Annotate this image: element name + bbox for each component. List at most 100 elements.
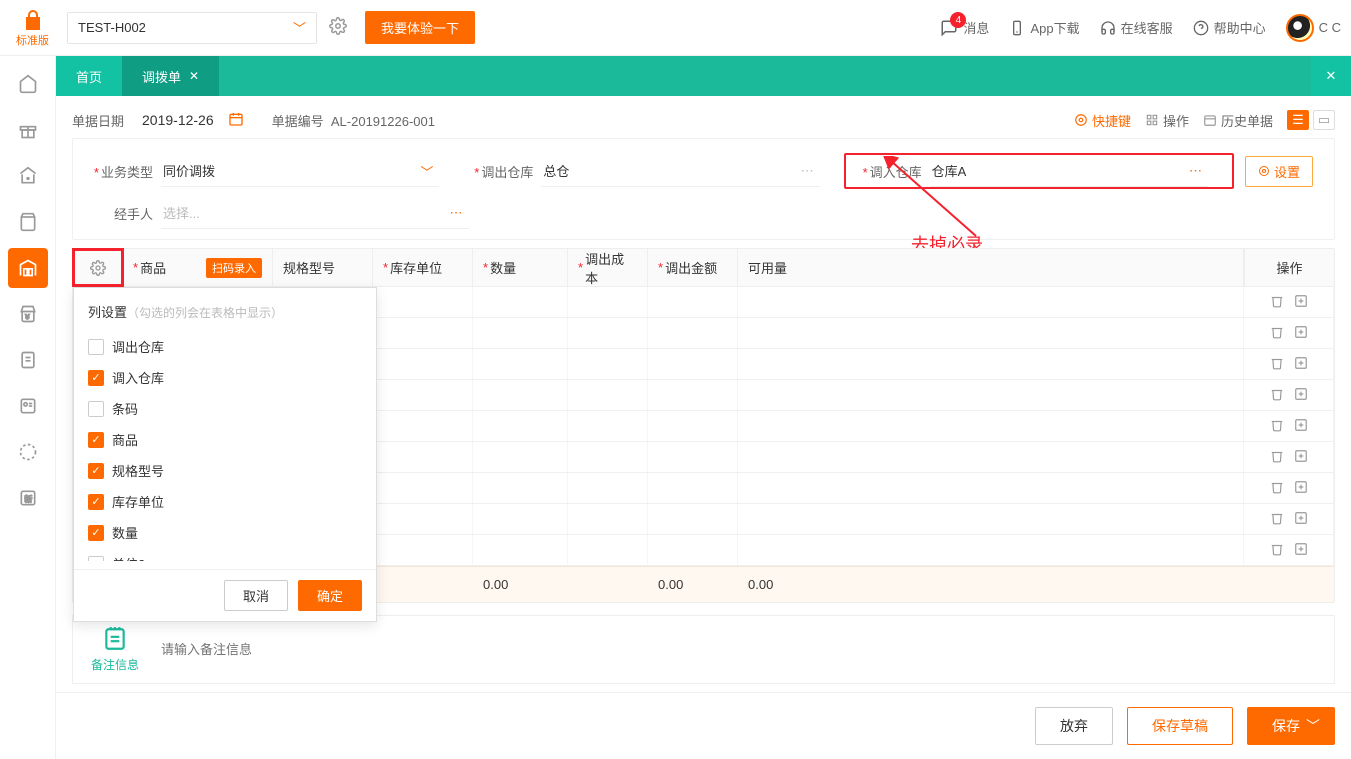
row-add-icon[interactable] bbox=[1294, 387, 1308, 404]
row-add-icon[interactable] bbox=[1294, 325, 1308, 342]
col-option[interactable]: 条码 bbox=[88, 393, 362, 424]
col-product: 商品 bbox=[140, 258, 166, 277]
scan-button[interactable]: 扫码录入 bbox=[206, 258, 262, 278]
checkbox-icon: ✓ bbox=[88, 370, 104, 386]
row-delete-icon[interactable] bbox=[1270, 449, 1284, 466]
col-option-label: 调入仓库 bbox=[112, 368, 164, 387]
calendar-icon[interactable] bbox=[228, 111, 244, 130]
tab-home[interactable]: 首页 bbox=[56, 56, 122, 96]
sidebar-bag-icon[interactable] bbox=[8, 202, 48, 242]
discard-button[interactable]: 放弃 bbox=[1035, 707, 1113, 745]
sidebar-home-icon[interactable] bbox=[8, 64, 48, 104]
col-option[interactable]: ✓ 调入仓库 bbox=[88, 362, 362, 393]
tabs-close-all[interactable]: ✕ bbox=[1311, 56, 1351, 96]
col-option[interactable]: 调出仓库 bbox=[88, 331, 362, 362]
chevron-down-icon: ﹀ bbox=[293, 18, 306, 37]
handler-label: 经手人 bbox=[114, 207, 153, 222]
biz-type-label: 业务类型 bbox=[101, 165, 153, 180]
save-button[interactable]: 保存﹀ bbox=[1247, 707, 1335, 745]
app-download-link[interactable]: App下载 bbox=[1009, 18, 1079, 37]
messages-link[interactable]: 消息 4 bbox=[940, 18, 989, 37]
footer-qty: 0.00 bbox=[473, 567, 568, 602]
row-delete-icon[interactable] bbox=[1270, 356, 1284, 373]
svg-text:新: 新 bbox=[24, 493, 32, 503]
col-out-amount: 调出金额 bbox=[665, 258, 717, 277]
avatar bbox=[1286, 14, 1314, 42]
col-ops: 操作 bbox=[1244, 249, 1334, 286]
operate-link[interactable]: 操作 bbox=[1145, 111, 1189, 130]
col-option[interactable]: ✓数量 bbox=[88, 517, 362, 548]
remark-icon: 备注信息 bbox=[87, 626, 143, 673]
sidebar-new-icon[interactable]: 新 bbox=[8, 478, 48, 518]
sidebar-gift-icon[interactable] bbox=[8, 110, 48, 150]
row-delete-icon[interactable] bbox=[1270, 294, 1284, 311]
row-add-icon[interactable] bbox=[1294, 511, 1308, 528]
row-add-icon[interactable] bbox=[1294, 542, 1308, 559]
col-option-label: 库存单位 bbox=[112, 492, 164, 511]
remark-input[interactable] bbox=[157, 634, 1320, 665]
form-settings-button[interactable]: 设置 bbox=[1245, 156, 1313, 187]
checkbox-icon: ✓ bbox=[88, 463, 104, 479]
row-delete-icon[interactable] bbox=[1270, 418, 1284, 435]
col-option[interactable]: 单位2 bbox=[88, 548, 362, 561]
tab-close-icon[interactable]: ✕ bbox=[189, 69, 199, 83]
row-delete-icon[interactable] bbox=[1270, 542, 1284, 559]
col-option[interactable]: ✓规格型号 bbox=[88, 455, 362, 486]
sidebar-wallet-icon[interactable] bbox=[8, 156, 48, 196]
checkbox-icon bbox=[88, 339, 104, 355]
help-center-link[interactable]: 帮助中心 bbox=[1193, 18, 1266, 37]
out-wh-label: 调出仓库 bbox=[481, 165, 533, 180]
shortcut-link[interactable]: 快捷键 bbox=[1074, 111, 1131, 130]
footer-out-amount: 0.00 bbox=[648, 567, 738, 602]
chevron-down-icon[interactable]: ﹀ bbox=[420, 162, 433, 181]
sidebar-report-icon[interactable] bbox=[8, 386, 48, 426]
row-add-icon[interactable] bbox=[1294, 418, 1308, 435]
user-menu[interactable]: C C bbox=[1286, 14, 1341, 42]
in-wh-select[interactable]: 仓库A bbox=[930, 155, 1208, 187]
column-settings-button[interactable] bbox=[73, 249, 123, 286]
chevron-down-icon: ﹀ bbox=[1306, 716, 1320, 736]
org-settings-icon[interactable] bbox=[329, 17, 347, 38]
more-icon[interactable]: ⋯ bbox=[450, 205, 463, 221]
sidebar-loading-icon[interactable] bbox=[8, 432, 48, 472]
row-add-icon[interactable] bbox=[1294, 294, 1308, 311]
out-wh-select[interactable]: 总仓 bbox=[541, 155, 819, 187]
col-option-label: 单位2 bbox=[112, 554, 145, 561]
row-add-icon[interactable] bbox=[1294, 449, 1308, 466]
sidebar-money-icon[interactable]: ¥ bbox=[8, 294, 48, 334]
col-unit: 库存单位 bbox=[390, 258, 442, 277]
sidebar-warehouse-icon[interactable] bbox=[8, 248, 48, 288]
more-icon[interactable]: ⋯ bbox=[801, 163, 814, 179]
col-out-cost: 调出成本 bbox=[585, 249, 637, 287]
try-button[interactable]: 我要体验一下 bbox=[365, 11, 475, 44]
in-wh-label: 调入仓库 bbox=[870, 165, 922, 180]
checkbox-icon: ✓ bbox=[88, 432, 104, 448]
tabs-bar: 首页 调拨单✕ ✕ bbox=[56, 56, 1351, 96]
view-grid-button[interactable]: ▭ bbox=[1313, 110, 1335, 130]
col-option[interactable]: ✓库存单位 bbox=[88, 486, 362, 517]
svg-text:¥: ¥ bbox=[25, 314, 29, 321]
more-icon[interactable]: ⋯ bbox=[1189, 163, 1202, 179]
sidebar: ¥ 新 bbox=[0, 56, 56, 759]
history-link[interactable]: 历史单据 bbox=[1203, 111, 1273, 130]
save-draft-button[interactable]: 保存草稿 bbox=[1127, 707, 1233, 745]
online-cs-link[interactable]: 在线客服 bbox=[1100, 18, 1173, 37]
row-delete-icon[interactable] bbox=[1270, 511, 1284, 528]
checkbox-icon bbox=[88, 556, 104, 562]
row-delete-icon[interactable] bbox=[1270, 387, 1284, 404]
col-settings-cancel[interactable]: 取消 bbox=[224, 580, 288, 611]
org-select[interactable]: TEST-H002 ﹀ bbox=[67, 12, 317, 44]
col-option[interactable]: ✓商品 bbox=[88, 424, 362, 455]
row-delete-icon[interactable] bbox=[1270, 480, 1284, 497]
view-list-button[interactable]: ☰ bbox=[1287, 110, 1309, 130]
row-add-icon[interactable] bbox=[1294, 356, 1308, 373]
handler-select[interactable]: 选择... bbox=[161, 197, 469, 229]
doc-number-label: 单据编号 bbox=[272, 114, 324, 129]
sidebar-clipboard-icon[interactable] bbox=[8, 340, 48, 380]
row-delete-icon[interactable] bbox=[1270, 325, 1284, 342]
row-add-icon[interactable] bbox=[1294, 480, 1308, 497]
tab-transfer-order[interactable]: 调拨单✕ bbox=[122, 56, 219, 96]
col-settings-confirm[interactable]: 确定 bbox=[298, 580, 362, 611]
doc-date-value[interactable]: 2019-12-26 bbox=[142, 112, 214, 128]
biz-type-select[interactable]: 同价调拨 bbox=[161, 155, 439, 187]
